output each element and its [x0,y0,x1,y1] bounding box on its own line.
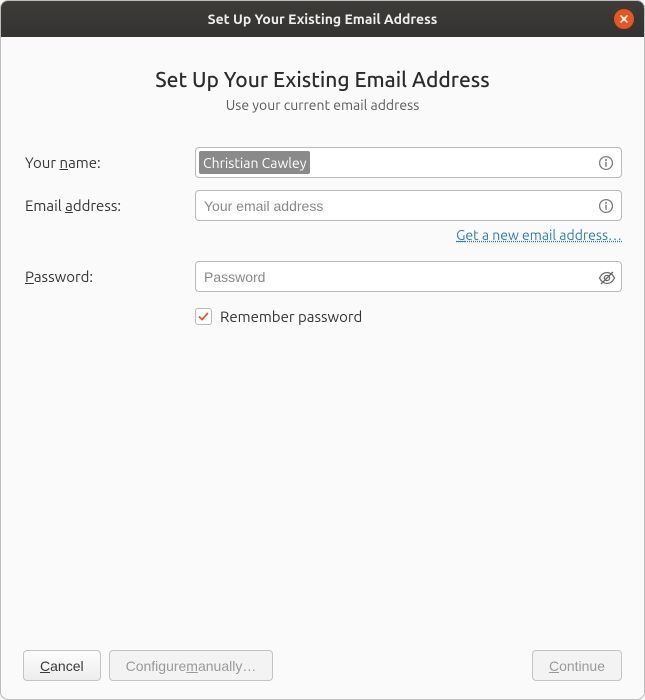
password-input-wrap [195,261,622,292]
new-email-row: Get a new email address… [23,227,622,243]
toggle-password-visibility-icon[interactable] [598,269,614,285]
email-input[interactable] [195,190,622,221]
page-title: Set Up Your Existing Email Address [23,67,622,91]
remember-password-label: Remember password [220,308,362,325]
info-icon [598,155,614,171]
continue-button[interactable]: Continue [532,650,622,681]
close-button[interactable] [614,9,634,29]
email-input-wrap [195,190,622,221]
password-label: Password: [23,268,195,285]
name-row: Your name: Christian Cawley [23,147,622,178]
remember-password-row: Remember password [195,308,622,325]
window-title: Set Up Your Existing Email Address [208,11,438,27]
password-input[interactable] [195,261,622,292]
titlebar: Set Up Your Existing Email Address [1,1,644,37]
email-row: Email address: [23,190,622,221]
name-input[interactable] [195,147,622,178]
get-new-email-link[interactable]: Get a new email address… [456,227,622,243]
remember-password-checkbox[interactable] [195,308,212,325]
close-icon [619,14,629,24]
password-row: Password: [23,261,622,292]
name-input-wrap: Christian Cawley [195,147,622,178]
dialog-content: Set Up Your Existing Email Address Use y… [1,37,644,699]
configure-manually-button[interactable]: Configure manually… [109,650,274,681]
page-subtitle: Use your current email address [23,97,622,113]
cancel-button[interactable]: Cancel [23,650,101,681]
dialog-footer: Cancel Configure manually… Continue [23,644,622,685]
email-label: Email address: [23,197,195,214]
name-label: Your name: [23,154,195,171]
info-icon [598,198,614,214]
email-setup-window: Set Up Your Existing Email Address Set U… [0,0,645,700]
checkmark-icon [197,310,210,323]
